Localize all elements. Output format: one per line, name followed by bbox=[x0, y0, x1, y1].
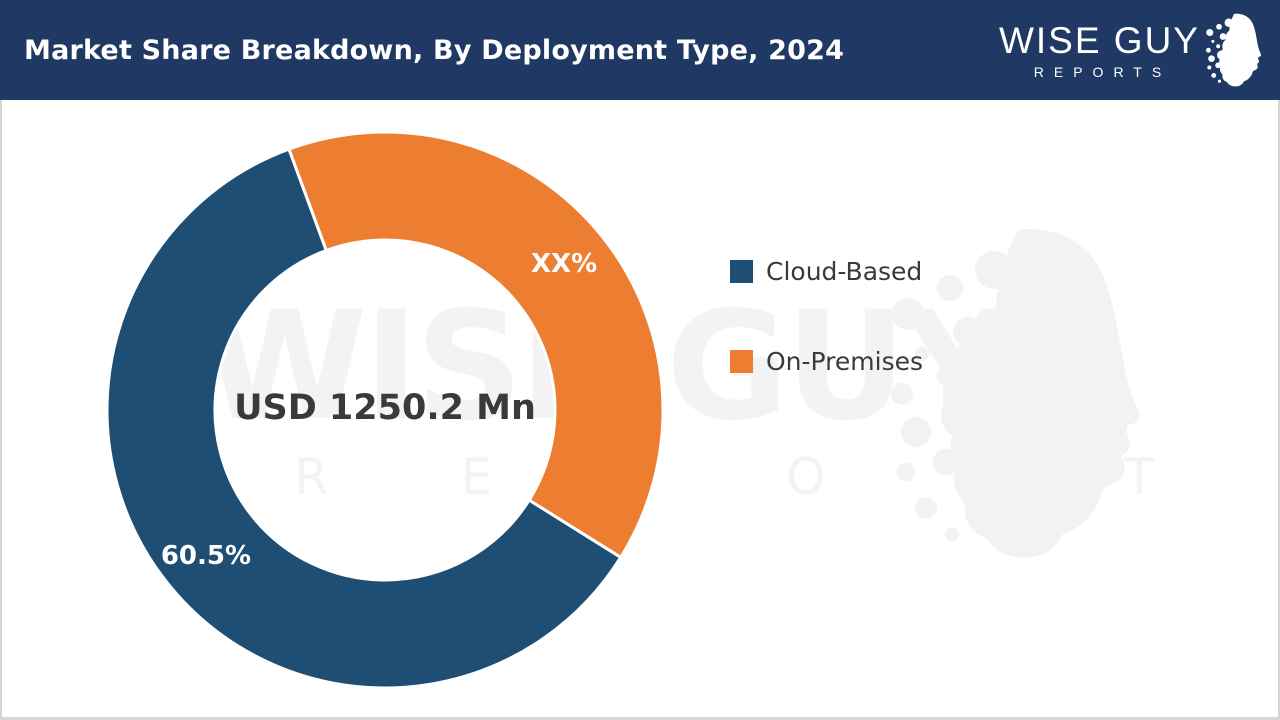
donut-center-value: USD 1250.2 Mn bbox=[234, 388, 536, 428]
slice-label-cloud-based: 60.5% bbox=[160, 540, 252, 571]
legend-swatch bbox=[730, 349, 753, 373]
slice-label-on-premises: XX% bbox=[530, 249, 598, 280]
chart-canvas: WISE GUY R E P O R T S 60.5% XX% USD 125… bbox=[0, 100, 1280, 720]
brand-name: WISE GUY bbox=[998, 19, 1200, 61]
legend-item-on-premises: On-Premises bbox=[730, 346, 924, 376]
legend-swatch bbox=[730, 259, 753, 283]
donut-chart bbox=[105, 130, 665, 690]
header-bar: Market Share Breakdown, By Deployment Ty… bbox=[0, 0, 1280, 100]
legend-label: On-Premises bbox=[766, 346, 924, 376]
chart-legend: Cloud-Based On-Premises bbox=[730, 256, 924, 438]
legend-item-cloud-based: Cloud-Based bbox=[730, 256, 923, 286]
legend-label: Cloud-Based bbox=[766, 256, 923, 286]
brand-logo: WISE GUY REPORTS bbox=[999, 12, 1266, 88]
donut-segment-on-premises bbox=[287, 130, 665, 559]
page-title: Market Share Breakdown, By Deployment Ty… bbox=[24, 34, 845, 66]
brand-logo-text: WISE GUY REPORTS bbox=[999, 22, 1200, 79]
brand-subname: REPORTS bbox=[1033, 63, 1172, 80]
brand-face-icon bbox=[1205, 13, 1261, 87]
